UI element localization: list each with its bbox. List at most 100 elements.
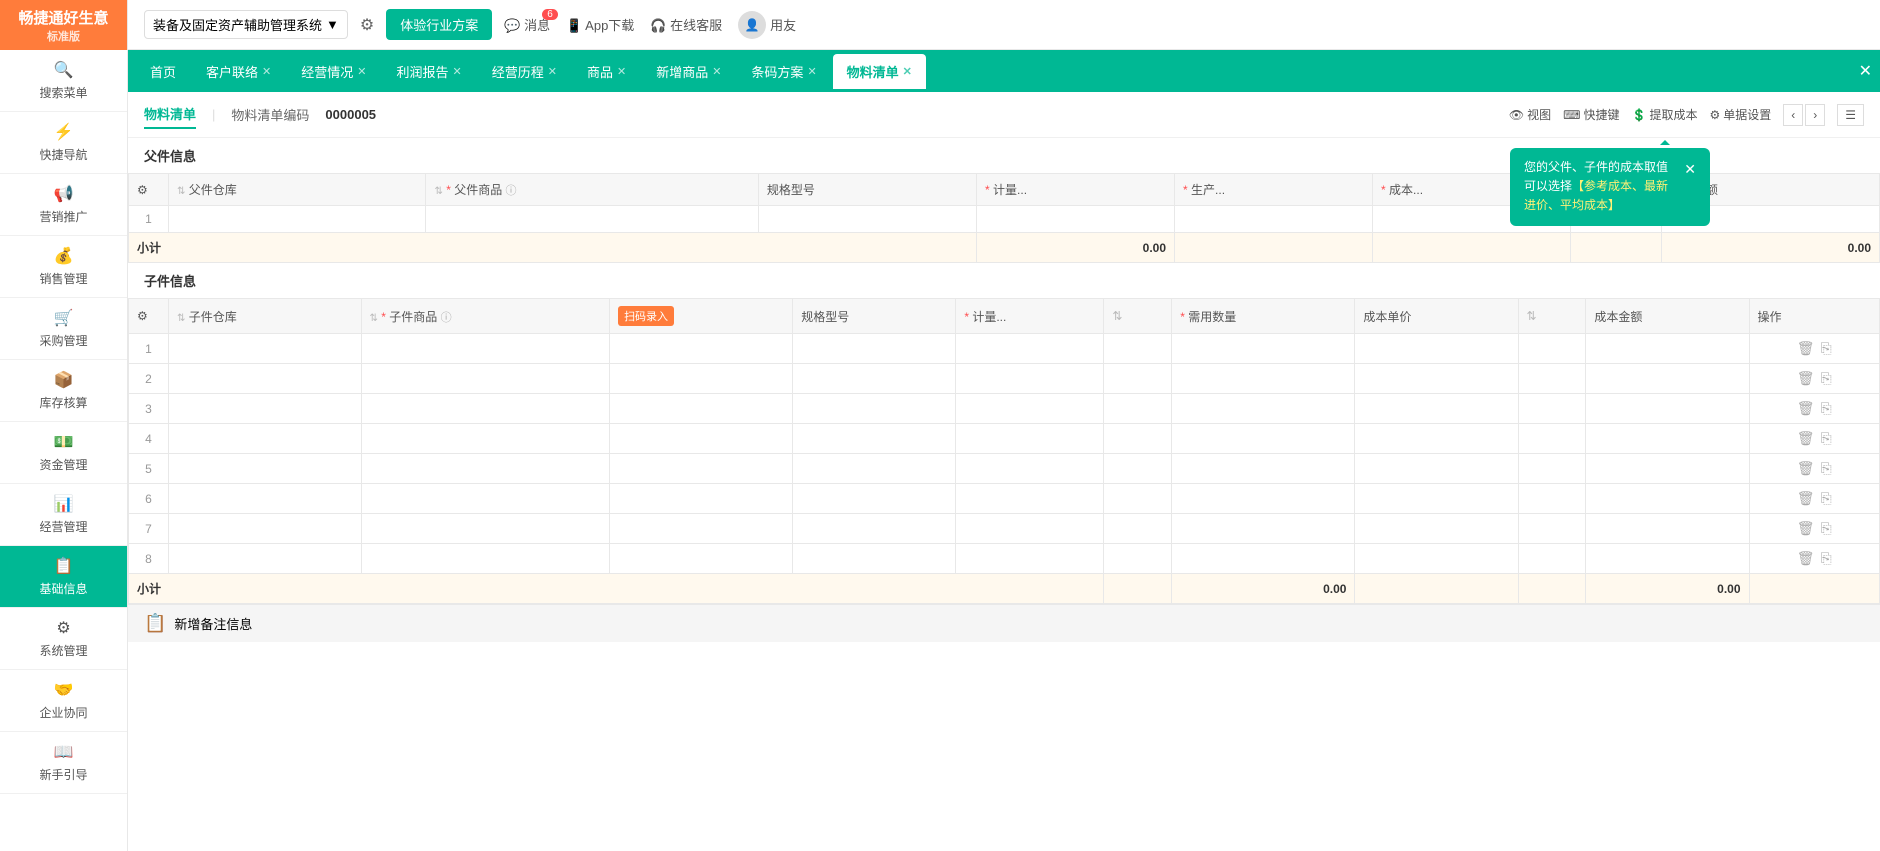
tab-close-6[interactable]: ✕	[712, 65, 721, 78]
sidebar-item-基础信息[interactable]: 📋基础信息	[0, 546, 127, 608]
child-product-1[interactable]	[361, 364, 610, 394]
child-qty-5[interactable]	[1172, 484, 1355, 514]
nav-tab-5[interactable]: 商品✕	[573, 54, 640, 89]
note-label[interactable]: 新增备注信息	[174, 614, 252, 633]
child-spec-2[interactable]	[793, 394, 956, 424]
child-unit-3[interactable]	[956, 424, 1104, 454]
tab-close-1[interactable]: ✕	[262, 65, 271, 78]
child-unit-0[interactable]	[956, 334, 1104, 364]
parent-produce-cell[interactable]	[1175, 206, 1373, 233]
gear-icon[interactable]: ⚙	[360, 15, 374, 35]
child-spec-7[interactable]	[793, 544, 956, 574]
prev-btn[interactable]: ‹	[1783, 104, 1803, 126]
delete-icon-1[interactable]: 🗑	[1797, 370, 1815, 387]
child-warehouse-5[interactable]	[169, 484, 362, 514]
sidebar-item-新手引导[interactable]: 📖新手引导	[0, 732, 127, 794]
delete-icon-0[interactable]: 🗑	[1797, 340, 1815, 357]
sub-tab-bom[interactable]: 物料清单	[144, 100, 196, 129]
child-warehouse-1[interactable]	[169, 364, 362, 394]
settings-btn[interactable]: ⚙ 单据设置	[1709, 106, 1771, 123]
child-spec-0[interactable]	[793, 334, 956, 364]
user-menu[interactable]: 👤 用友	[738, 11, 796, 39]
child-unitcost-4[interactable]	[1355, 454, 1518, 484]
parent-spec-cell[interactable]	[758, 206, 976, 233]
sidebar-item-企业协同[interactable]: 🤝企业协同	[0, 670, 127, 732]
child-qty-3[interactable]	[1172, 424, 1355, 454]
child-product-4[interactable]	[361, 454, 610, 484]
child-qty-1[interactable]	[1172, 364, 1355, 394]
nav-tab-4[interactable]: 经营历程✕	[478, 54, 571, 89]
child-warehouse-3[interactable]	[169, 424, 362, 454]
cost-btn[interactable]: 💲 提取成本	[1631, 106, 1697, 123]
tab-close-7[interactable]: ✕	[807, 65, 816, 78]
nav-tab-1[interactable]: 客户联络✕	[192, 54, 285, 89]
copy-icon-6[interactable]: ⎘	[1821, 520, 1832, 537]
child-product-0[interactable]	[361, 334, 610, 364]
delete-icon-7[interactable]: 🗑	[1797, 550, 1815, 567]
sort-icon2[interactable]: ⇅	[434, 186, 442, 197]
parent-warehouse-cell[interactable]	[169, 206, 426, 233]
trial-button[interactable]: 体验行业方案	[386, 9, 492, 40]
child-col-settings[interactable]: ⚙	[129, 299, 169, 334]
delete-icon-6[interactable]: 🗑	[1797, 520, 1815, 537]
child-unitcost-2[interactable]	[1355, 394, 1518, 424]
app-download-btn[interactable]: 📱 App下载	[566, 15, 634, 34]
child-warehouse-6[interactable]	[169, 514, 362, 544]
child-unit-6[interactable]	[956, 514, 1104, 544]
copy-icon-1[interactable]: ⎘	[1821, 370, 1832, 387]
copy-icon-5[interactable]: ⎘	[1821, 490, 1832, 507]
sidebar-item-营销推广[interactable]: 📢营销推广	[0, 174, 127, 236]
child-product-3[interactable]	[361, 424, 610, 454]
child-spec-6[interactable]	[793, 514, 956, 544]
delete-icon-3[interactable]: 🗑	[1797, 430, 1815, 447]
child-product-2[interactable]	[361, 394, 610, 424]
child-warehouse-0[interactable]	[169, 334, 362, 364]
view-btn[interactable]: 👁 视图	[1509, 106, 1551, 123]
child-col-scan[interactable]: 扫码录入	[610, 299, 793, 334]
sidebar-item-快捷导航[interactable]: ⚡快捷导航	[0, 112, 127, 174]
nav-tab-7[interactable]: 条码方案✕	[737, 54, 830, 89]
child-unit-7[interactable]	[956, 544, 1104, 574]
copy-icon-7[interactable]: ⎘	[1821, 550, 1832, 567]
message-btn[interactable]: 💬 消息 6	[504, 15, 550, 34]
child-unitcost-3[interactable]	[1355, 424, 1518, 454]
sidebar-item-搜索菜单[interactable]: 🔍搜索菜单	[0, 50, 127, 112]
sub-tab-code[interactable]: 物料清单编码	[231, 101, 309, 128]
scan-btn[interactable]: 扫码录入	[618, 306, 674, 326]
child-qty-7[interactable]	[1172, 544, 1355, 574]
tab-close-4[interactable]: ✕	[548, 65, 557, 78]
child-unitcost-7[interactable]	[1355, 544, 1518, 574]
child-spec-4[interactable]	[793, 454, 956, 484]
copy-icon-3[interactable]: ⎘	[1821, 430, 1832, 447]
nav-tab-2[interactable]: 经营情况✕	[287, 54, 380, 89]
nav-tab-6[interactable]: 新增商品✕	[642, 54, 735, 89]
child-product-7[interactable]	[361, 544, 610, 574]
tab-close-2[interactable]: ✕	[357, 65, 366, 78]
parent-col-settings[interactable]: ⚙	[129, 174, 169, 206]
tab-close-8[interactable]: ✕	[903, 65, 912, 78]
child-spec-5[interactable]	[793, 484, 956, 514]
child-unitcost-5[interactable]	[1355, 484, 1518, 514]
child-unitcost-1[interactable]	[1355, 364, 1518, 394]
nav-tab-8[interactable]: 物料清单✕	[833, 54, 926, 89]
child-unit-4[interactable]	[956, 454, 1104, 484]
copy-icon-2[interactable]: ⎘	[1821, 400, 1832, 417]
sort-icon[interactable]: ⇅	[177, 186, 185, 197]
sidebar-item-销售管理[interactable]: 💰销售管理	[0, 236, 127, 298]
child-qty-6[interactable]	[1172, 514, 1355, 544]
next-btn[interactable]: ›	[1805, 104, 1825, 126]
sidebar-item-系统管理[interactable]: ⚙系统管理	[0, 608, 127, 670]
online-service-btn[interactable]: 🎧 在线客服	[650, 15, 722, 34]
parent-product-cell[interactable]	[426, 206, 758, 233]
child-unit-2[interactable]	[956, 394, 1104, 424]
child-warehouse-4[interactable]	[169, 454, 362, 484]
child-qty-4[interactable]	[1172, 454, 1355, 484]
tab-close-3[interactable]: ✕	[453, 65, 462, 78]
child-unit-1[interactable]	[956, 364, 1104, 394]
child-product-6[interactable]	[361, 514, 610, 544]
delete-icon-5[interactable]: 🗑	[1797, 490, 1815, 507]
copy-icon-4[interactable]: ⎘	[1821, 460, 1832, 477]
child-qty-0[interactable]	[1172, 334, 1355, 364]
sidebar-item-经营管理[interactable]: 📊经营管理	[0, 484, 127, 546]
child-warehouse-7[interactable]	[169, 544, 362, 574]
